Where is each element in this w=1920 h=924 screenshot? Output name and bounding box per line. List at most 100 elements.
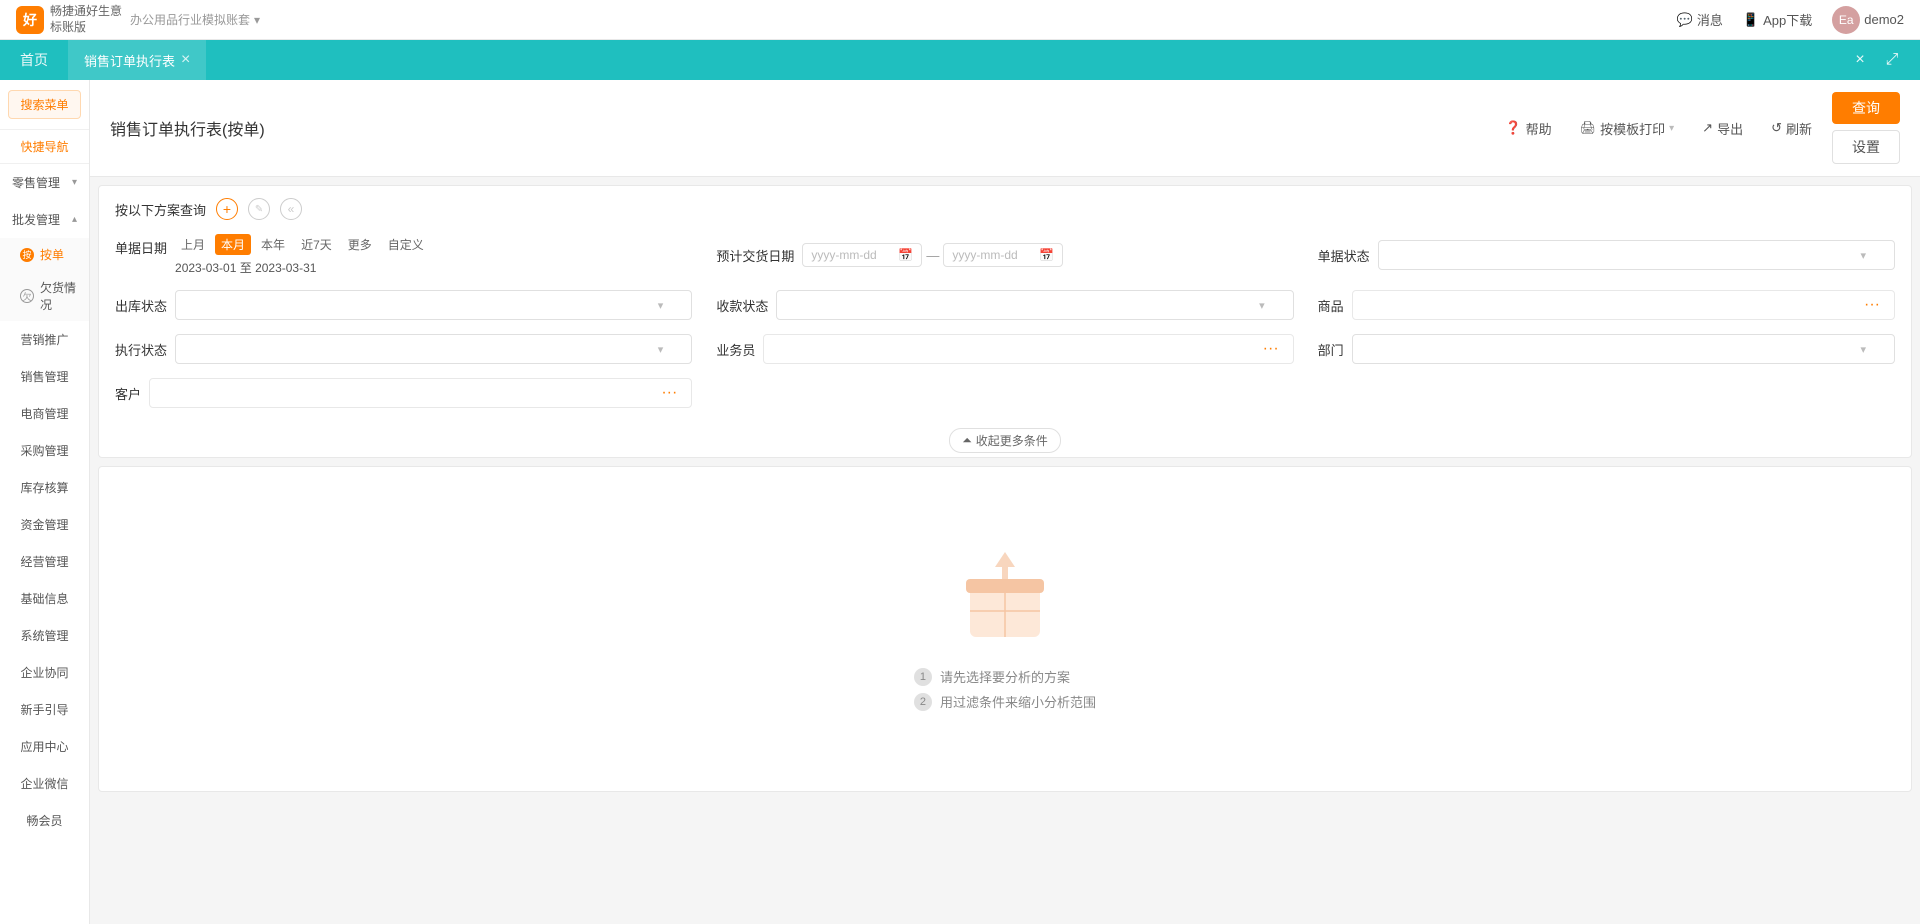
search-menu-button[interactable]: 搜索菜单	[8, 90, 81, 119]
goods-input[interactable]: ···	[1352, 290, 1895, 320]
exec-status-label: 执行状态	[115, 340, 167, 359]
sidebar-item-wechat[interactable]: 企业微信	[0, 765, 89, 802]
date-control: 上月 本月 本年 近7天 更多 自定义 2023-03-01 至 2023-03…	[175, 234, 692, 276]
avatar: Ea	[1832, 6, 1860, 34]
date-tab-more[interactable]: 更多	[342, 234, 378, 255]
sidebar-item-basic[interactable]: 基础信息	[0, 580, 89, 617]
sidebar-item-ecommerce[interactable]: 电商管理	[0, 395, 89, 432]
date-label: 单据日期	[115, 234, 167, 257]
date-tab-last-month[interactable]: 上月	[175, 234, 211, 255]
app-selector[interactable]: 办公用品行业模拟账套 ▾	[130, 11, 260, 28]
sidebar-item-appstore[interactable]: 应用中心	[0, 728, 89, 765]
filter-panel: 按以下方案查询 + ✎ « 单据日期	[98, 185, 1912, 458]
page-actions: ❓ 帮助 🖨 按模板打印 ▾ ↗ 导出 ↺ 刷新 查询	[1497, 92, 1900, 164]
sidebar-item-inventory[interactable]: 库存核算	[0, 469, 89, 506]
quick-nav-button[interactable]: 快捷导航	[20, 140, 68, 154]
calendar-from-icon: 📅	[898, 248, 913, 262]
edit-scheme-icon: ✎	[255, 204, 263, 215]
date-tab-7days[interactable]: 近7天	[295, 234, 338, 255]
sidebar-item-purchase[interactable]: 采购管理	[0, 432, 89, 469]
collapse-scheme-icon: «	[288, 202, 295, 216]
date-tab-custom[interactable]: 自定义	[382, 234, 430, 255]
salesman-input[interactable]: ···	[763, 334, 1293, 364]
help-button[interactable]: ❓ 帮助	[1497, 115, 1559, 142]
filter-status-item: 单据状态 ▾	[1318, 234, 1895, 276]
sidebar-sub-item-order[interactable]: 按 按单	[0, 238, 89, 271]
page-header: 销售订单执行表(按单) ❓ 帮助 🖨 按模板打印 ▾ ↗ 导出 ↺ 刷新	[90, 80, 1920, 177]
sidebar-item-wholesale[interactable]: 批发管理 ▴	[0, 201, 89, 238]
expected-date-label: 预计交货日期	[716, 246, 794, 265]
refresh-button[interactable]: ↺ 刷新	[1763, 115, 1820, 142]
out-status-select[interactable]: ▾	[175, 290, 692, 320]
sidebar-sub-item-debt[interactable]: 欠 欠货情况	[0, 271, 89, 321]
sidebar-item-retail[interactable]: 零售管理 ▾	[0, 164, 89, 201]
top-bar-right: 💬 消息 📱 App下载 Ea demo2	[1677, 6, 1904, 34]
dept-label: 部门	[1318, 340, 1344, 359]
sidebar-wholesale-sub: 按 按单 欠 欠货情况	[0, 238, 89, 321]
expected-date-to[interactable]: yyyy-mm-dd 📅	[943, 243, 1063, 267]
top-bar-left: 好 畅捷通好生意 标账版 办公用品行业模拟账套 ▾	[16, 4, 260, 35]
date-range-display: 2023-03-01 至 2023-03-31	[175, 259, 692, 276]
app-download-button[interactable]: 📱 App下载	[1743, 10, 1812, 29]
status-label: 单据状态	[1318, 246, 1370, 265]
collapse-button[interactable]: ⏶ 收起更多条件	[949, 428, 1061, 453]
user-menu[interactable]: Ea demo2	[1832, 6, 1904, 34]
empty-box-svg	[950, 547, 1060, 647]
status-select[interactable]: ▾	[1378, 240, 1895, 270]
sidebar-item-operations[interactable]: 经营管理	[0, 543, 89, 580]
dept-arrow-icon: ▾	[1860, 343, 1866, 356]
salesman-dots-icon[interactable]: ···	[1259, 340, 1283, 358]
logo-area: 好 畅捷通好生意 标账版	[16, 4, 122, 35]
sidebar-item-sales[interactable]: 销售管理	[0, 358, 89, 395]
empty-hints: 1 请先选择要分析的方案 2 用过滤条件来缩小分析范围	[914, 667, 1096, 711]
tab-close-window-icon[interactable]: ×	[1848, 48, 1872, 72]
add-scheme-button[interactable]: +	[216, 198, 238, 220]
message-icon: 💬	[1677, 12, 1693, 28]
empty-state: 1 请先选择要分析的方案 2 用过滤条件来缩小分析范围	[99, 467, 1911, 791]
filter-row-3: 执行状态 ▾ 业务员 ··· 部门	[115, 334, 1895, 364]
sidebar-search-section: 搜索菜单	[0, 80, 89, 130]
dept-select[interactable]: ▾	[1352, 334, 1895, 364]
sidebar-item-newbie[interactable]: 新手引导	[0, 691, 89, 728]
tab-home[interactable]: 首页	[0, 40, 68, 80]
edit-scheme-button[interactable]: ✎	[248, 198, 270, 220]
goods-dots-icon[interactable]: ···	[1860, 296, 1884, 314]
expected-date-inputs: yyyy-mm-dd 📅 — yyyy-mm-dd 📅	[802, 243, 1293, 267]
tab-sales-order[interactable]: 销售订单执行表 ×	[68, 40, 206, 80]
app-download-icon: 📱	[1743, 12, 1759, 28]
sidebar-item-member[interactable]: 畅会员	[0, 802, 89, 839]
sidebar-item-finance[interactable]: 资金管理	[0, 506, 89, 543]
date-tab-this-month[interactable]: 本月	[215, 234, 251, 255]
scheme-label: 按以下方案查询	[115, 200, 206, 219]
expected-from-placeholder: yyyy-mm-dd	[811, 248, 876, 262]
tab-close-icon[interactable]: ×	[181, 52, 190, 68]
message-button[interactable]: 💬 消息	[1677, 10, 1723, 29]
filter-row-2: 出库状态 ▾ 收款状态 ▾ 商品	[115, 290, 1895, 320]
search-button[interactable]: 查询	[1832, 92, 1900, 124]
sidebar-item-system[interactable]: 系统管理	[0, 617, 89, 654]
goods-label: 商品	[1318, 296, 1344, 315]
refresh-icon: ↺	[1771, 120, 1782, 136]
collapse-scheme-button[interactable]: «	[280, 198, 302, 220]
status-select-arrow-icon: ▾	[1860, 249, 1866, 262]
customer-dots-icon[interactable]: ···	[657, 384, 681, 402]
filter-salesman-item: 业务员 ···	[716, 334, 1293, 364]
tab-maximize-icon[interactable]: ⤢	[1880, 48, 1904, 72]
exec-status-select[interactable]: ▾	[175, 334, 692, 364]
out-status-label: 出库状态	[115, 296, 167, 315]
payment-status-select[interactable]: ▾	[776, 290, 1293, 320]
filter-row-1: 单据日期 上月 本月 本年 近7天 更多 自定义 2023-03-01 至 20…	[115, 234, 1895, 276]
settings-button[interactable]: 设置	[1832, 130, 1900, 164]
expected-date-from[interactable]: yyyy-mm-dd 📅	[802, 243, 922, 267]
customer-input[interactable]: ···	[149, 378, 692, 408]
export-button[interactable]: ↗ 导出	[1694, 115, 1751, 142]
filter-scheme-row: 按以下方案查询 + ✎ «	[115, 198, 1895, 220]
sidebar-item-marketing[interactable]: 营销推广	[0, 321, 89, 358]
sidebar-item-enterprise[interactable]: 企业协同	[0, 654, 89, 691]
retail-arrow-icon: ▾	[72, 177, 77, 188]
date-tab-this-year[interactable]: 本年	[255, 234, 291, 255]
help-icon: ❓	[1505, 120, 1521, 136]
results-area: 1 请先选择要分析的方案 2 用过滤条件来缩小分析范围	[98, 466, 1912, 792]
print-button[interactable]: 🖨 按模板打印 ▾	[1572, 115, 1683, 142]
logo-icon: 好	[16, 6, 44, 34]
